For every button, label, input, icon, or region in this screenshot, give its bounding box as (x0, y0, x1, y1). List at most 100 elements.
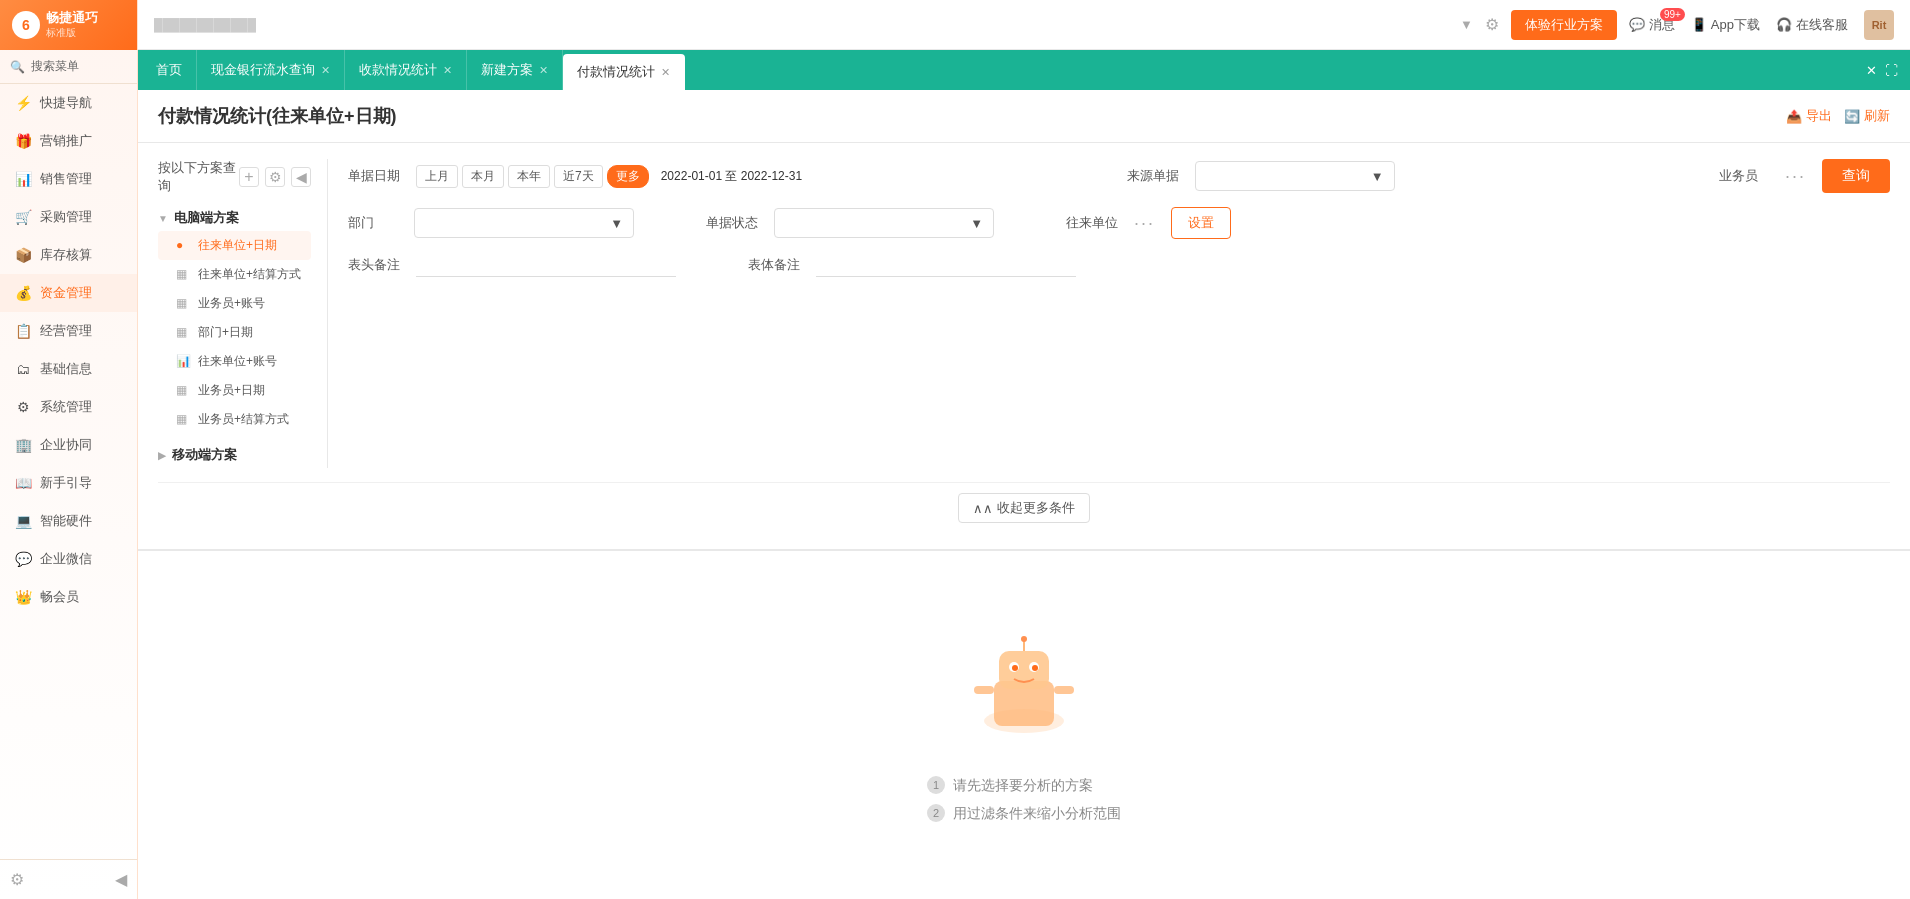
inventory-icon: 📦 (14, 247, 32, 263)
svg-rect-2 (999, 651, 1049, 689)
sidebar-item-label: 资金管理 (40, 284, 92, 302)
message-icon: 💬 (1629, 17, 1645, 32)
sidebar-item-basic[interactable]: 🗂 基础信息 (0, 350, 137, 388)
scheme-dept-date[interactable]: ▦ 部门+日期 (158, 318, 311, 347)
doc-status-label: 单据状态 (706, 214, 758, 232)
logo-name: 畅捷通巧 (46, 10, 98, 26)
empty-hint-2: 2 用过滤条件来缩小分析范围 (927, 799, 1121, 827)
messages-btn[interactable]: 💬 消息 99+ (1629, 16, 1675, 34)
collapse-scheme-icon[interactable]: ◀ (291, 167, 311, 187)
sidebar-item-operation[interactable]: 📋 经营管理 (0, 312, 137, 350)
sidebar-settings-icon[interactable]: ⚙ (10, 870, 24, 889)
tabs-expand-icon[interactable]: ⛶ (1885, 63, 1898, 78)
online-service-btn[interactable]: 🎧 在线客服 (1776, 16, 1848, 34)
refresh-label: 刷新 (1864, 107, 1890, 125)
date-btn-this-month[interactable]: 本月 (462, 165, 504, 188)
sidebar-item-inventory[interactable]: 📦 库存核算 (0, 236, 137, 274)
search-icon: 🔍 (10, 60, 25, 74)
sidebar-item-system[interactable]: ⚙ 系统管理 (0, 388, 137, 426)
purchase-icon: 🛒 (14, 209, 32, 225)
tab-new-scheme[interactable]: 新建方案 ✕ (467, 50, 563, 90)
capital-icon: 💰 (14, 285, 32, 301)
refresh-button[interactable]: 🔄 刷新 (1844, 107, 1890, 125)
body-note-input[interactable] (816, 253, 1076, 277)
tab-receipts-stats[interactable]: 收款情况统计 ✕ (345, 50, 467, 90)
tab-receipts-close[interactable]: ✕ (443, 64, 452, 77)
scheme-unit-account[interactable]: 📊 往来单位+账号 (158, 347, 311, 376)
tab-payment-close[interactable]: ✕ (661, 66, 670, 79)
add-scheme-icon[interactable]: + (239, 167, 259, 187)
date-btn-more[interactable]: 更多 (607, 165, 649, 188)
unit-select-dots[interactable]: ··· (1134, 213, 1155, 234)
topbar-settings-icon[interactable]: ⚙ (1485, 15, 1499, 34)
unit-label: 往来单位 (1066, 214, 1118, 232)
scheme-unit-date-label: 往来单位+日期 (198, 237, 277, 254)
settings-scheme-icon[interactable]: ⚙ (265, 167, 285, 187)
staff-select-dots[interactable]: ··· (1785, 166, 1806, 187)
scheme-unit-date-icon: ● (176, 238, 192, 254)
head-note-input[interactable] (416, 253, 676, 277)
export-label: 导出 (1806, 107, 1832, 125)
guide-icon: 📖 (14, 475, 32, 491)
scheme-unit-date[interactable]: ● 往来单位+日期 (158, 231, 311, 260)
scheme-staff-account[interactable]: ▦ 业务员+账号 (158, 289, 311, 318)
user-avatar[interactable]: Rit (1864, 10, 1894, 40)
date-label: 单据日期 (348, 167, 400, 185)
sidebar-item-label: 采购管理 (40, 208, 92, 226)
scheme-staff-settle[interactable]: ▦ 业务员+结算方式 (158, 405, 311, 434)
sidebar-bottom: ⚙ ◀ (0, 859, 137, 899)
doc-status-select[interactable]: ▼ (774, 208, 994, 238)
tab-bank-flow[interactable]: 现金银行流水查询 ✕ (197, 50, 345, 90)
sidebar-item-capital[interactable]: 💰 资金管理 (0, 274, 137, 312)
mobile-group-label-text: 移动端方案 (172, 446, 237, 464)
scheme-group-desktop[interactable]: ▼ 电脑端方案 (158, 205, 311, 231)
svg-rect-7 (974, 686, 994, 694)
sidebar-search[interactable]: 🔍 搜索菜单 (0, 50, 137, 84)
sidebar-item-marketing[interactable]: 🎁 营销推广 (0, 122, 137, 160)
page-content-area: 付款情况统计(往来单位+日期) 📤 导出 🔄 刷新 按以下方案查询 (138, 90, 1910, 899)
robot-illustration (964, 631, 1084, 751)
industry-btn[interactable]: 体验行业方案 (1511, 10, 1617, 40)
export-button[interactable]: 📤 导出 (1786, 107, 1832, 125)
dept-select[interactable]: ▼ (414, 208, 634, 238)
svg-point-6 (1032, 665, 1038, 671)
tab-home[interactable]: 首页 (142, 50, 197, 90)
source-select-arrow: ▼ (1371, 169, 1384, 184)
sidebar-item-purchase[interactable]: 🛒 采购管理 (0, 198, 137, 236)
empty-hint-1: 1 请先选择要分析的方案 (927, 771, 1121, 799)
sidebar-item-quick-nav[interactable]: ⚡ 快捷导航 (0, 84, 137, 122)
scheme-unit-account-icon: 📊 (176, 354, 192, 370)
date-btn-this-year[interactable]: 本年 (508, 165, 550, 188)
settings-button[interactable]: 设置 (1171, 207, 1231, 239)
app-download-btn[interactable]: 📱 App下载 (1691, 16, 1760, 34)
quick-nav-icon: ⚡ (14, 95, 32, 111)
date-btn-7days[interactable]: 近7天 (554, 165, 603, 188)
source-select[interactable]: ▼ (1195, 161, 1395, 191)
sidebar-item-sales[interactable]: 📊 销售管理 (0, 160, 137, 198)
empty-icon-wrap (964, 631, 1084, 751)
svg-rect-8 (1054, 686, 1074, 694)
tab-payment-stats[interactable]: 付款情况统计 ✕ (563, 54, 685, 90)
dept-label: 部门 (348, 214, 398, 232)
sidebar-collapse-icon[interactable]: ◀ (115, 870, 127, 889)
query-button[interactable]: 查询 (1822, 159, 1890, 193)
tabs-close-all-icon[interactable]: ✕ (1866, 63, 1877, 78)
scheme-dept-date-icon: ▦ (176, 325, 192, 341)
collapse-button[interactable]: ∧∧ 收起更多条件 (958, 493, 1090, 523)
sidebar-item-member[interactable]: 👑 畅会员 (0, 578, 137, 616)
scheme-staff-date[interactable]: ▦ 业务员+日期 (158, 376, 311, 405)
filter-sidebar-header: 按以下方案查询 + ⚙ ◀ (158, 159, 311, 195)
sidebar-item-weixin[interactable]: 💬 企业微信 (0, 540, 137, 578)
scheme-group-mobile[interactable]: ▶ 移动端方案 (158, 442, 311, 468)
tab-bank-flow-close[interactable]: ✕ (321, 64, 330, 77)
sidebar-item-hardware[interactable]: 💻 智能硬件 (0, 502, 137, 540)
filter-scheme-sidebar: 按以下方案查询 + ⚙ ◀ ▼ 电脑端方案 ● 往来单位+日期 (158, 159, 328, 468)
topbar-dropdown-icon[interactable]: ▼ (1460, 17, 1473, 32)
date-btn-last-month[interactable]: 上月 (416, 165, 458, 188)
sidebar-item-corp[interactable]: 🏢 企业协同 (0, 426, 137, 464)
sidebar-item-guide[interactable]: 📖 新手引导 (0, 464, 137, 502)
page-header: 付款情况统计(往来单位+日期) 📤 导出 🔄 刷新 (138, 90, 1910, 143)
tab-new-scheme-close[interactable]: ✕ (539, 64, 548, 77)
topbar-address: ████████████ (154, 18, 1448, 32)
scheme-unit-settle[interactable]: ▦ 往来单位+结算方式 (158, 260, 311, 289)
